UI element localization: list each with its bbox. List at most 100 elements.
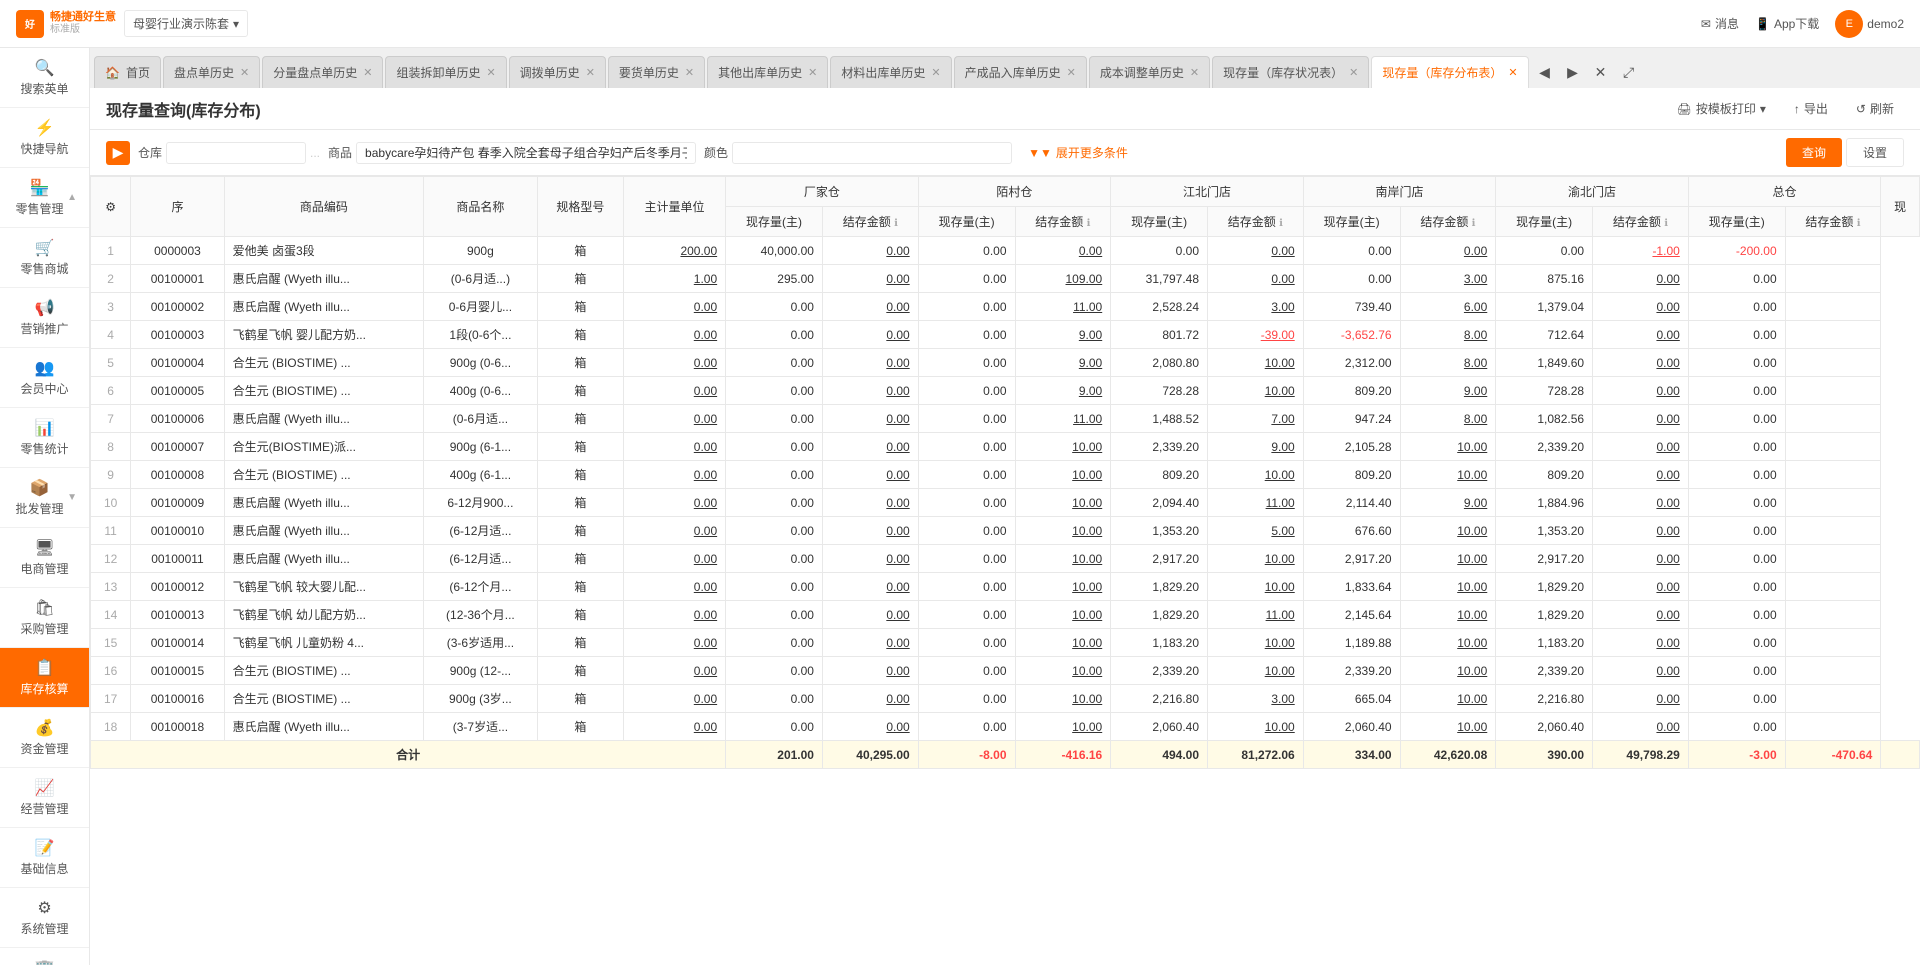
row-total-stock-15[interactable]: 0.00 [1593,657,1689,685]
tab-expand[interactable]: ⤢ [1615,56,1643,88]
sidebar-item-enterprise[interactable]: 🏢 企业协同 [0,948,89,965]
row-mc-stock-13[interactable]: 0.00 [822,601,918,629]
row-mc-stock-10[interactable]: 0.00 [822,517,918,545]
sidebar-item-retailshop[interactable]: 🛒 零售商城 [0,228,89,288]
query-button[interactable]: 查询 [1786,138,1842,167]
row-jb-stock-8[interactable]: 10.00 [1015,461,1111,489]
row-mc-stock-8[interactable]: 0.00 [822,461,918,489]
row-cf-stock-8[interactable]: 0.00 [623,461,725,489]
sidebar-item-search[interactable]: 🔍 搜索英单 [0,48,89,108]
row-cf-stock-12[interactable]: 0.00 [623,573,725,601]
row-jb-stock-0[interactable]: 0.00 [1015,237,1111,265]
tab-close-requisition[interactable]: ✕ [685,66,694,79]
tab-close-assembly[interactable]: ✕ [486,66,495,79]
row-yb-stock-9[interactable]: 9.00 [1400,489,1496,517]
tab-inventory2[interactable]: 分量盘点单历史 ✕ [262,56,383,88]
row-jb-stock-7[interactable]: 10.00 [1015,433,1111,461]
row-jb-stock-15[interactable]: 10.00 [1015,657,1111,685]
sidebar-item-retail[interactable]: 🏪 零售管理 ▲ [0,168,89,228]
row-na-stock-9[interactable]: 11.00 [1208,489,1304,517]
row-mc-stock-12[interactable]: 0.00 [822,573,918,601]
row-mc-stock-17[interactable]: 0.00 [822,713,918,741]
row-total-stock-10[interactable]: 0.00 [1593,517,1689,545]
sidebar-item-quicknav[interactable]: ⚡ 快捷导航 [0,108,89,168]
row-cf-stock-10[interactable]: 0.00 [623,517,725,545]
tab-nav-prev[interactable]: ◀ [1531,56,1559,88]
row-cf-stock-5[interactable]: 0.00 [623,377,725,405]
tab-close-inventory1[interactable]: ✕ [240,66,249,79]
row-total-stock-12[interactable]: 0.00 [1593,573,1689,601]
row-total-stock-11[interactable]: 0.00 [1593,545,1689,573]
row-total-stock-7[interactable]: 0.00 [1593,433,1689,461]
row-na-stock-7[interactable]: 9.00 [1208,433,1304,461]
row-cf-stock-1[interactable]: 1.00 [623,265,725,293]
row-cf-stock-4[interactable]: 0.00 [623,349,725,377]
store-selector[interactable]: 母婴行业演示陈套 ▾ [124,10,248,37]
row-yb-stock-4[interactable]: 8.00 [1400,349,1496,377]
row-total-stock-16[interactable]: 0.00 [1593,685,1689,713]
row-yb-stock-16[interactable]: 10.00 [1400,685,1496,713]
row-jb-stock-2[interactable]: 11.00 [1015,293,1111,321]
row-mc-stock-1[interactable]: 0.00 [822,265,918,293]
row-total-stock-6[interactable]: 0.00 [1593,405,1689,433]
sidebar-item-finance[interactable]: 💰 资金管理 [0,708,89,768]
refresh-button[interactable]: ↺ 刷新 [1846,96,1904,121]
print-button[interactable]: 🖨 按模板打印 ▾ [1667,96,1776,121]
row-mc-stock-3[interactable]: 0.00 [822,321,918,349]
row-na-stock-12[interactable]: 10.00 [1208,573,1304,601]
tab-close-product-in[interactable]: ✕ [1067,66,1076,79]
tab-nav-next[interactable]: ▶ [1559,56,1587,88]
row-yb-stock-3[interactable]: 8.00 [1400,321,1496,349]
row-mc-stock-15[interactable]: 0.00 [822,657,918,685]
row-cf-stock-7[interactable]: 0.00 [623,433,725,461]
tab-close-stock-dist[interactable]: ✕ [1508,66,1517,79]
filter-toggle-btn[interactable]: ▶ [106,141,130,165]
row-jb-stock-9[interactable]: 10.00 [1015,489,1111,517]
tab-close-stock-status[interactable]: ✕ [1349,66,1358,79]
sidebar-item-marketing[interactable]: 📢 营销推广 [0,288,89,348]
sidebar-item-ecommerce[interactable]: 🖥 电商管理 [0,528,89,588]
row-mc-stock-16[interactable]: 0.00 [822,685,918,713]
row-cf-stock-16[interactable]: 0.00 [623,685,725,713]
warehouse-input[interactable] [166,142,306,164]
row-yb-stock-15[interactable]: 10.00 [1400,657,1496,685]
row-na-stock-15[interactable]: 10.00 [1208,657,1304,685]
sidebar-item-basicinfo[interactable]: 📝 基础信息 [0,828,89,888]
tab-close-cost-adjust[interactable]: ✕ [1190,66,1199,79]
sidebar-item-retailstat[interactable]: 📊 零售统计 [0,408,89,468]
row-total-stock-8[interactable]: 0.00 [1593,461,1689,489]
sidebar-item-member[interactable]: 👥 会员中心 [0,348,89,408]
row-total-stock-2[interactable]: 0.00 [1593,293,1689,321]
row-mc-stock-11[interactable]: 0.00 [822,545,918,573]
tab-close-material-out[interactable]: ✕ [931,66,940,79]
tab-other-out[interactable]: 其他出库单历史 ✕ [707,56,828,88]
row-cf-stock-3[interactable]: 0.00 [623,321,725,349]
row-cf-stock-15[interactable]: 0.00 [623,657,725,685]
row-total-stock-13[interactable]: 0.00 [1593,601,1689,629]
row-mc-stock-5[interactable]: 0.00 [822,377,918,405]
row-jb-stock-14[interactable]: 10.00 [1015,629,1111,657]
tab-stock-dist[interactable]: 现存量（库存分布表） ✕ [1371,56,1528,88]
row-yb-stock-14[interactable]: 10.00 [1400,629,1496,657]
row-yb-stock-17[interactable]: 10.00 [1400,713,1496,741]
row-jb-stock-12[interactable]: 10.00 [1015,573,1111,601]
row-na-stock-0[interactable]: 0.00 [1208,237,1304,265]
expand-filter-btn[interactable]: ▼▼ 展开更多条件 [1020,144,1136,161]
tab-close-inventory2[interactable]: ✕ [363,66,372,79]
row-total-stock-4[interactable]: 0.00 [1593,349,1689,377]
row-jb-stock-6[interactable]: 11.00 [1015,405,1111,433]
row-yb-stock-1[interactable]: 3.00 [1400,265,1496,293]
row-jb-stock-3[interactable]: 9.00 [1015,321,1111,349]
sidebar-item-sysadmin[interactable]: ⚙ 系统管理 [0,888,89,948]
sidebar-item-wholesale[interactable]: 📦 批发管理 ▼ [0,468,89,528]
settings-button[interactable]: 设置 [1846,138,1904,167]
tab-product-in[interactable]: 产成品入库单历史 ✕ [954,56,1087,88]
sidebar-item-purchase[interactable]: 🛍 采购管理 [0,588,89,648]
row-mc-stock-14[interactable]: 0.00 [822,629,918,657]
row-na-stock-14[interactable]: 10.00 [1208,629,1304,657]
export-button[interactable]: ↑ 导出 [1784,96,1838,121]
tab-home[interactable]: 🏠 首页 [94,56,161,88]
tab-requisition[interactable]: 要货单历史 ✕ [608,56,705,88]
tab-stock-status[interactable]: 现存量（库存状况表） ✕ [1212,56,1369,88]
row-mc-stock-7[interactable]: 0.00 [822,433,918,461]
